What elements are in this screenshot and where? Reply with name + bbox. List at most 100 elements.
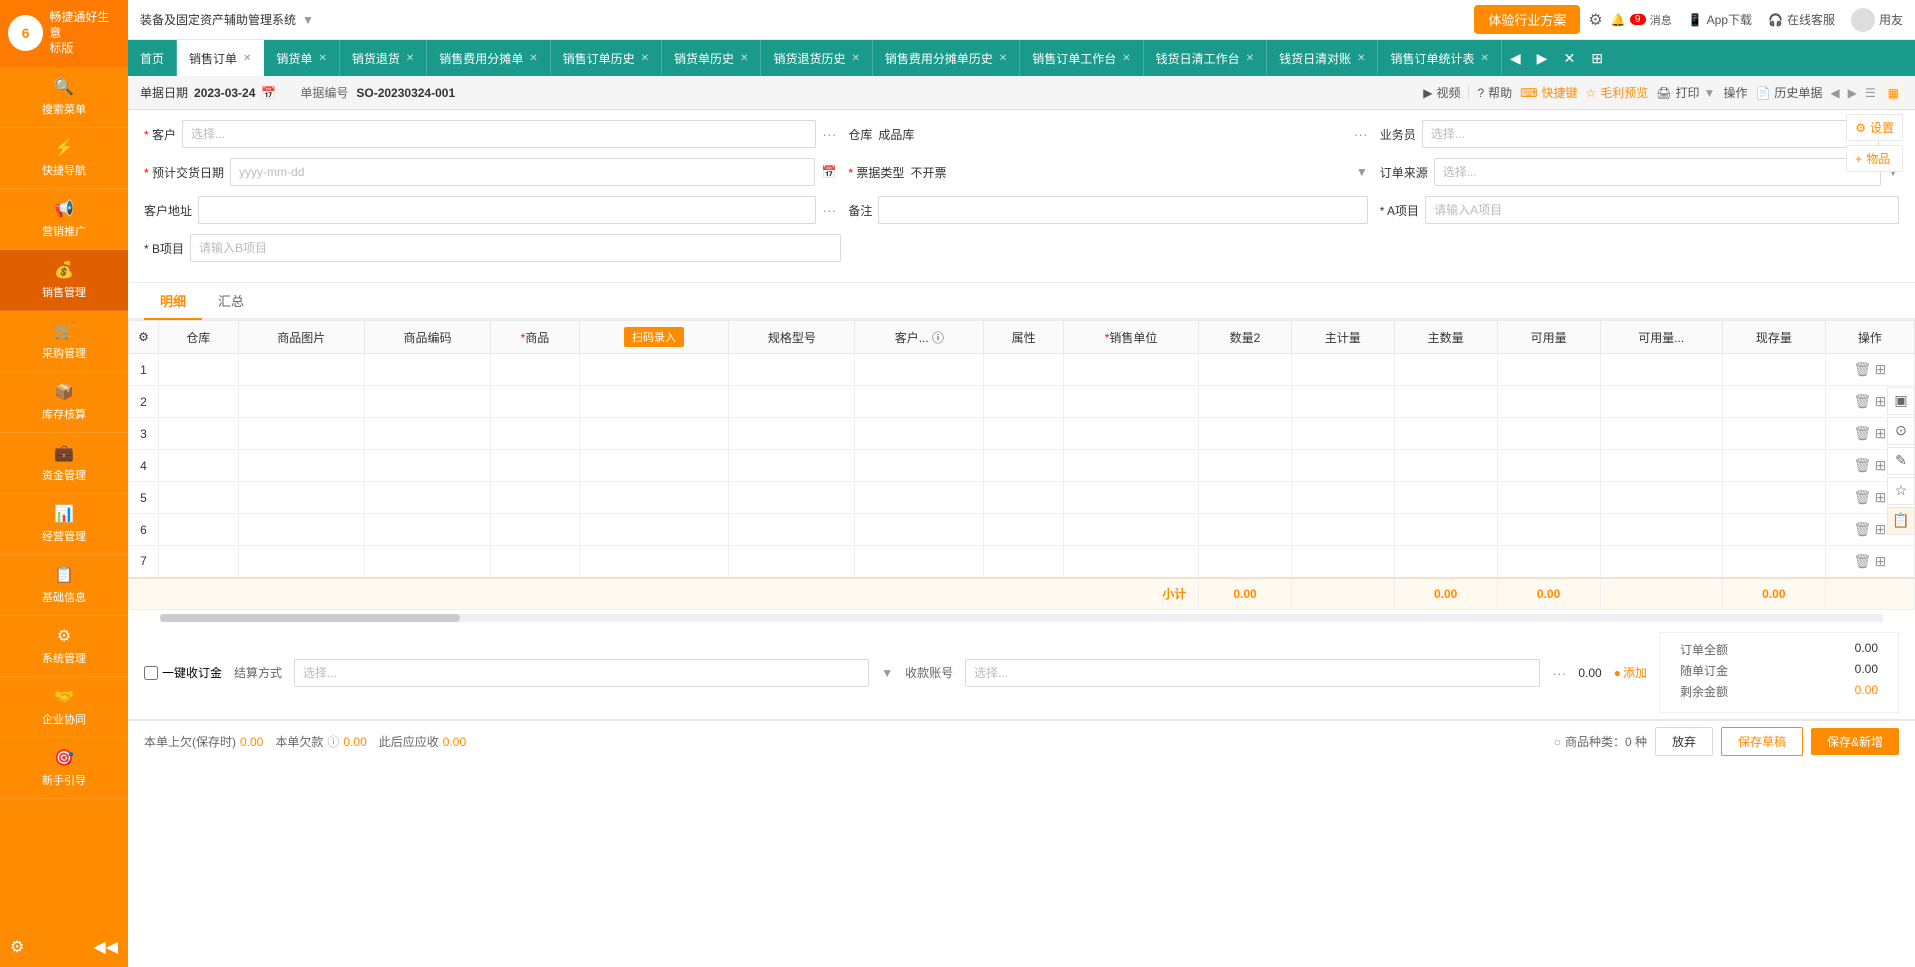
th-attributes[interactable]: 属性 [984,321,1064,354]
tab-next-btn[interactable]: ▶ [1529,40,1556,76]
row-unit[interactable] [1063,354,1198,386]
save-draft-btn[interactable]: 保存草稿 [1721,727,1803,756]
sidebar-item-sales[interactable]: 💰 销售管理 [0,250,128,311]
scan-btn[interactable]: 扫码录入 [624,327,684,347]
settings-bottom-icon[interactable]: ⚙ [10,937,24,957]
solution-button[interactable]: 体验行业方案 [1474,5,1580,34]
row-warehouse[interactable] [159,450,239,482]
sidebar-item-search[interactable]: 🔍 搜索菜单 [0,67,128,128]
operation-btn[interactable]: 操作 [1723,84,1747,101]
row-code[interactable] [364,450,490,482]
row-code[interactable] [364,418,490,450]
tab-reconcile[interactable]: 钱货日清对账 ✕ [1267,40,1378,76]
row-main-qty[interactable] [1394,354,1497,386]
tab-prev-btn[interactable]: ◀ [1502,40,1529,76]
customer-input[interactable] [182,120,816,148]
row-warehouse[interactable] [159,418,239,450]
tab-close-icon[interactable]: ✕ [851,53,859,64]
row-unit[interactable] [1063,546,1198,578]
tab-close-icon[interactable]: ✕ [1481,53,1489,64]
row-unit[interactable] [1063,450,1198,482]
right-panel-btn-4[interactable]: ☆ [1887,477,1915,505]
row-unit[interactable] [1063,386,1198,418]
nav-prev-btn[interactable]: ◀ [1830,86,1839,100]
delete-row-btn[interactable]: 🗑 [1853,393,1871,410]
right-panel-btn-2[interactable]: ⊙ [1887,417,1915,445]
row-spec[interactable] [729,354,855,386]
app-download-btn[interactable]: 📱 App下载 [1688,11,1752,28]
history-btn[interactable]: 📄 历史单据 [1755,84,1822,101]
tab-cash-workbench[interactable]: 钱货日清工作台 ✕ [1144,40,1267,76]
row-product[interactable] [491,418,580,450]
row-warehouse[interactable] [159,514,239,546]
online-support-btn[interactable]: 🎧 在线客服 [1768,11,1835,28]
th-code[interactable]: 商品编码 [364,321,490,354]
row-main-qty[interactable] [1394,514,1497,546]
tab-invoice-history[interactable]: 销货单历史 ✕ [662,40,761,76]
print-btn[interactable]: 🖨 打印 ▼ [1656,84,1715,101]
row-customer-code[interactable] [855,514,984,546]
row-spec[interactable] [729,450,855,482]
user-btn[interactable]: 用友 [1851,8,1903,32]
th-settings[interactable]: ⚙ [129,321,159,354]
th-warehouse[interactable]: 仓库 [159,321,239,354]
copy-row-btn[interactable]: ⊞ [1875,457,1887,474]
th-available[interactable]: 可用量 [1497,321,1600,354]
tab-sales-order[interactable]: 销售订单 ✕ [177,40,264,76]
address-ellipsis[interactable]: ··· [822,202,836,218]
th-main-qty[interactable]: 主数量 [1394,321,1497,354]
row-unit[interactable] [1063,514,1198,546]
row-product[interactable] [491,482,580,514]
chevron-down-icon[interactable]: ▼ [302,13,314,27]
row-unit[interactable] [1063,482,1198,514]
row-qty2[interactable] [1199,546,1292,578]
tab-close-icon[interactable]: ✕ [1246,53,1254,64]
row-product[interactable] [491,354,580,386]
tab-close-icon[interactable]: ✕ [529,53,537,64]
sidebar-item-enterprise[interactable]: 🤝 企业协同 [0,677,128,738]
account-ellipsis[interactable]: ··· [1552,665,1566,681]
notification-btn[interactable]: 🔔 9 消息 [1611,12,1672,28]
row-main-qty[interactable] [1394,386,1497,418]
sidebar-item-finance[interactable]: 💼 资金管理 [0,433,128,494]
add-payment-btn[interactable]: ● 添加 [1614,664,1647,681]
copy-row-btn[interactable]: ⊞ [1875,521,1887,538]
nav-next-btn[interactable]: ▶ [1848,86,1857,100]
row-product[interactable] [491,546,580,578]
row-main-qty[interactable] [1394,482,1497,514]
row-warehouse[interactable] [159,354,239,386]
tab-home[interactable]: 首页 [128,40,177,76]
a-project-input[interactable] [1425,196,1899,224]
staff-input[interactable] [1422,120,1879,148]
sidebar-item-guide[interactable]: 🎯 新手引导 [0,738,128,799]
tab-expense-history[interactable]: 销售费用分摊单历史 ✕ [873,40,1020,76]
row-warehouse[interactable] [159,386,239,418]
copy-row-btn[interactable]: ⊞ [1875,425,1887,442]
delete-row-btn[interactable]: 🗑 [1853,553,1871,570]
row-customer-code[interactable] [855,546,984,578]
tab-close-icon[interactable]: ✕ [641,53,649,64]
th-product[interactable]: *商品 [491,321,580,354]
one-click-input[interactable] [144,666,158,680]
b-project-input[interactable] [190,234,841,262]
row-warehouse[interactable] [159,546,239,578]
shortcut-btn[interactable]: ⌨ 快捷键 [1520,84,1577,101]
one-click-checkbox[interactable]: 一键收订金 [144,664,222,681]
th-spec[interactable]: 规格型号 [729,321,855,354]
grid-view-btn[interactable]: ▦ [1884,84,1903,102]
delete-row-btn[interactable]: 🗑 [1853,489,1871,506]
customer-ellipsis[interactable]: ··· [822,126,836,142]
th-customer-code[interactable]: 客户... ⓘ [855,321,984,354]
row-qty2[interactable] [1199,354,1292,386]
right-panel-btn-5[interactable]: 📋 [1887,507,1915,535]
tab-close-icon[interactable]: ✕ [1122,53,1130,64]
row-main-qty[interactable] [1394,418,1497,450]
view-video-btn[interactable]: ▶ 视频 [1423,84,1460,101]
th-available2[interactable]: 可用量... [1600,321,1722,354]
delete-row-btn[interactable]: 🗑 [1853,521,1871,538]
row-qty2[interactable] [1199,482,1292,514]
tab-close-icon[interactable]: ✕ [740,53,748,64]
row-spec[interactable] [729,482,855,514]
row-product[interactable] [491,450,580,482]
row-qty2[interactable] [1199,450,1292,482]
